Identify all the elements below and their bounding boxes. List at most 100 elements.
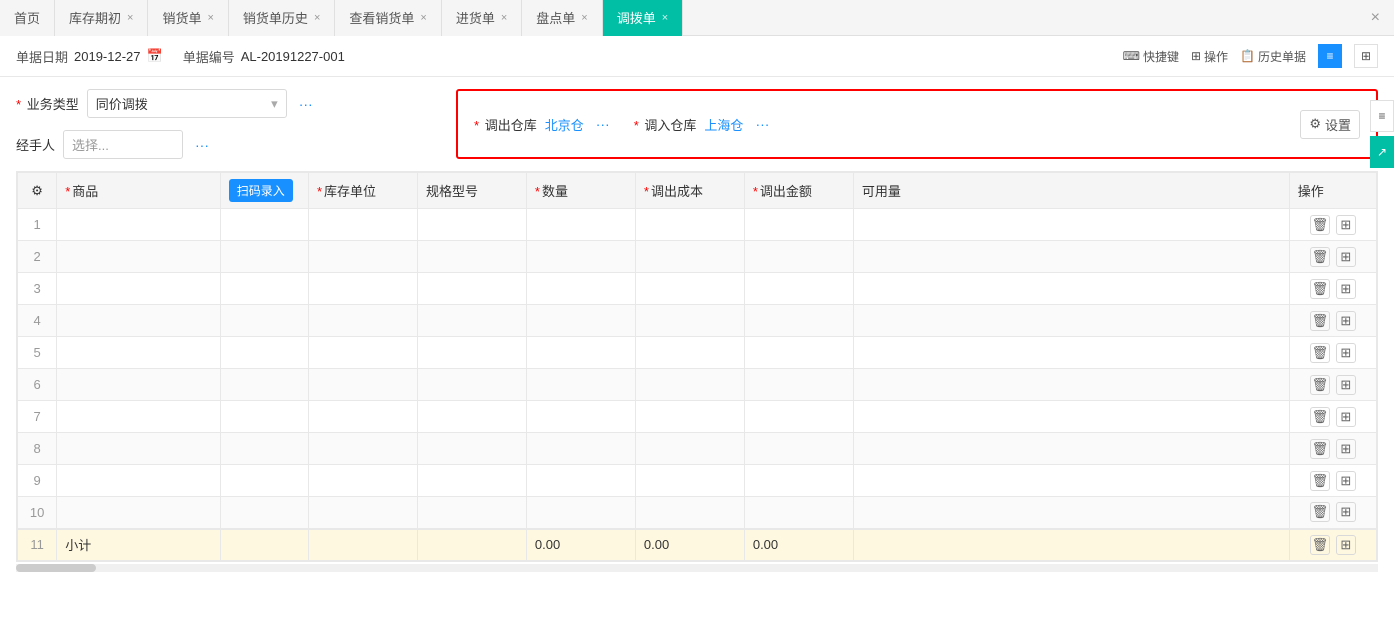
tab-inventory-close[interactable]: × xyxy=(581,12,587,24)
tab-home[interactable]: 首页 xyxy=(0,0,55,36)
product-cell[interactable] xyxy=(57,241,220,273)
spec-cell[interactable] xyxy=(417,241,526,273)
delete-icon[interactable]: 🗑 xyxy=(1310,502,1330,522)
copy-icon[interactable]: ⊞ xyxy=(1336,407,1356,427)
unit-cell[interactable] xyxy=(308,337,417,369)
tab-transfer-close[interactable]: × xyxy=(662,12,668,24)
spec-cell[interactable] xyxy=(417,273,526,305)
sidebar-list-tab[interactable]: ≡ xyxy=(1370,100,1394,132)
cost-cell[interactable] xyxy=(635,337,744,369)
spec-cell[interactable] xyxy=(417,433,526,465)
transfer-out-value[interactable]: 北京仓 xyxy=(545,115,584,134)
date-value[interactable]: 2019-12-27 xyxy=(74,49,141,64)
tab-purchase-order[interactable]: 进货单 × xyxy=(442,0,522,36)
biz-type-select[interactable]: 同价调拨 ▾ xyxy=(87,89,287,118)
delete-icon[interactable]: 🗑 xyxy=(1310,439,1330,459)
copy-icon[interactable]: ⊞ xyxy=(1336,471,1356,491)
tab-sales-order-close[interactable]: × xyxy=(207,12,213,24)
copy-icon[interactable]: ⊞ xyxy=(1336,279,1356,299)
history-button[interactable]: 📋 历史单据 xyxy=(1240,48,1306,65)
handler-more-button[interactable]: ··· xyxy=(191,135,213,155)
spec-cell[interactable] xyxy=(417,369,526,401)
cost-cell[interactable] xyxy=(635,433,744,465)
qty-cell[interactable] xyxy=(526,273,635,305)
qty-cell[interactable] xyxy=(526,497,635,529)
amount-cell[interactable] xyxy=(744,401,853,433)
cost-cell[interactable] xyxy=(635,241,744,273)
cost-cell[interactable] xyxy=(635,497,744,529)
delete-icon[interactable]: 🗑 xyxy=(1310,375,1330,395)
product-cell[interactable] xyxy=(57,273,220,305)
spec-cell[interactable] xyxy=(417,497,526,529)
cost-cell[interactable] xyxy=(635,369,744,401)
tab-view-sales[interactable]: 查看销货单 × xyxy=(335,0,441,36)
calendar-icon[interactable]: 📅 xyxy=(147,48,163,64)
tab-purchase-order-close[interactable]: × xyxy=(501,12,507,24)
scan-button[interactable]: 扫码录入 xyxy=(229,179,293,202)
qty-cell[interactable] xyxy=(526,433,635,465)
list-view-button[interactable]: ≡ xyxy=(1318,44,1342,68)
tab-sales-history[interactable]: 销货单历史 × xyxy=(229,0,335,36)
amount-cell[interactable] xyxy=(744,273,853,305)
grid-view-button[interactable]: ⊞ xyxy=(1354,44,1378,68)
qty-cell[interactable] xyxy=(526,209,635,241)
tab-initial-stock-close[interactable]: × xyxy=(127,12,133,24)
amount-cell[interactable] xyxy=(744,465,853,497)
product-cell[interactable] xyxy=(57,337,220,369)
amount-cell[interactable] xyxy=(744,241,853,273)
shortcuts-button[interactable]: ⌨ 快捷键 xyxy=(1123,48,1179,65)
delete-icon[interactable]: 🗑 xyxy=(1310,343,1330,363)
tab-transfer[interactable]: 调拨单 × xyxy=(603,0,683,36)
spec-cell[interactable] xyxy=(417,401,526,433)
unit-cell[interactable] xyxy=(308,305,417,337)
biz-type-more-button[interactable]: ··· xyxy=(295,94,317,114)
copy-icon[interactable]: ⊞ xyxy=(1336,343,1356,363)
scrollbar-thumb[interactable] xyxy=(16,564,96,572)
qty-cell[interactable] xyxy=(526,241,635,273)
qty-cell[interactable] xyxy=(526,337,635,369)
unit-cell[interactable] xyxy=(308,497,417,529)
spec-cell[interactable] xyxy=(417,465,526,497)
copy-icon[interactable]: ⊞ xyxy=(1336,247,1356,267)
delete-icon[interactable]: 🗑 xyxy=(1310,471,1330,491)
product-cell[interactable] xyxy=(57,305,220,337)
operations-button[interactable]: ⊞ 操作 xyxy=(1191,48,1228,65)
amount-cell[interactable] xyxy=(744,433,853,465)
delete-icon[interactable]: 🗑 xyxy=(1310,535,1330,555)
sidebar-expand-tab[interactable]: ↗ xyxy=(1370,136,1394,168)
product-cell[interactable] xyxy=(57,465,220,497)
delete-icon[interactable]: 🗑 xyxy=(1310,311,1330,331)
amount-cell[interactable] xyxy=(744,305,853,337)
tab-initial-stock[interactable]: 库存期初 × xyxy=(55,0,148,36)
amount-cell[interactable] xyxy=(744,497,853,529)
unit-cell[interactable] xyxy=(308,241,417,273)
unit-cell[interactable] xyxy=(308,465,417,497)
copy-icon[interactable]: ⊞ xyxy=(1336,502,1356,522)
copy-icon[interactable]: ⊞ xyxy=(1336,215,1356,235)
amount-cell[interactable] xyxy=(744,337,853,369)
tab-sales-order[interactable]: 销货单 × xyxy=(148,0,228,36)
product-cell[interactable] xyxy=(57,369,220,401)
amount-cell[interactable] xyxy=(744,369,853,401)
cost-cell[interactable] xyxy=(635,209,744,241)
unit-cell[interactable] xyxy=(308,273,417,305)
th-gear[interactable]: ⚙ xyxy=(18,173,57,209)
copy-icon[interactable]: ⊞ xyxy=(1336,311,1356,331)
qty-cell[interactable] xyxy=(526,305,635,337)
qty-cell[interactable] xyxy=(526,465,635,497)
spec-cell[interactable] xyxy=(417,337,526,369)
tab-inventory[interactable]: 盘点单 × xyxy=(522,0,602,36)
product-cell[interactable] xyxy=(57,401,220,433)
amount-cell[interactable] xyxy=(744,209,853,241)
product-cell[interactable] xyxy=(57,209,220,241)
copy-icon[interactable]: ⊞ xyxy=(1336,375,1356,395)
unit-cell[interactable] xyxy=(308,401,417,433)
cost-cell[interactable] xyxy=(635,401,744,433)
copy-icon[interactable]: ⊞ xyxy=(1336,535,1356,555)
spec-cell[interactable] xyxy=(417,305,526,337)
handler-input[interactable]: 选择... xyxy=(63,130,183,159)
unit-cell[interactable] xyxy=(308,209,417,241)
transfer-out-more-button[interactable]: ··· xyxy=(592,114,614,134)
cost-cell[interactable] xyxy=(635,465,744,497)
copy-icon[interactable]: ⊞ xyxy=(1336,439,1356,459)
